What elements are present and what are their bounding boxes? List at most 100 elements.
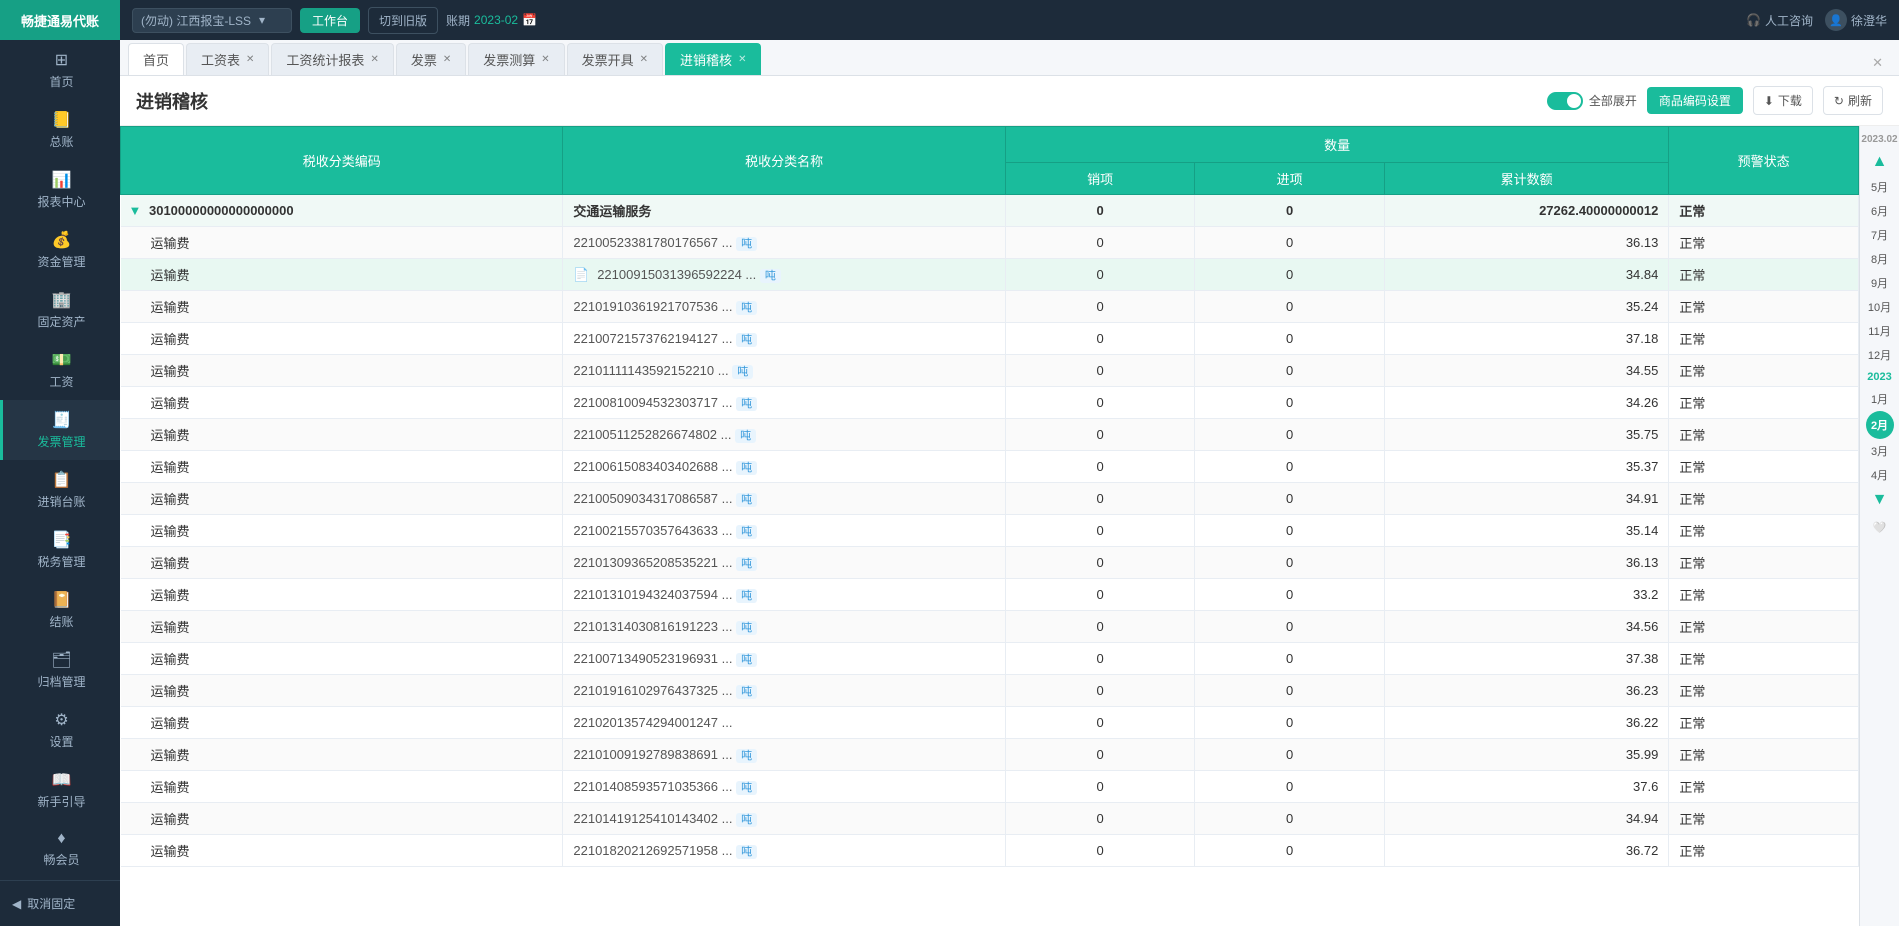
tab-close-icon[interactable]: ✕ — [443, 54, 451, 65]
item-status-cell: 正常 — [1669, 611, 1859, 643]
goods-code-settings-button[interactable]: 商品编码设置 — [1647, 87, 1743, 114]
support-button[interactable]: 🎧 人工咨询 — [1746, 12, 1813, 29]
item-sale-cell: 0 — [1005, 803, 1195, 835]
sidebar-item-funds[interactable]: 💰 资金管理 — [0, 220, 120, 280]
current-year-label: 2023 — [1865, 367, 1893, 387]
sidebar-item-label: 工资 — [49, 373, 73, 390]
tab-close-icon[interactable]: ✕ — [738, 54, 746, 65]
item-cumulative-cell: 33.2 — [1384, 579, 1668, 611]
col-purchase-header: 进项 — [1195, 163, 1385, 195]
tab-invoice-check[interactable]: 发票测算 ✕ — [468, 43, 564, 75]
tab-close-icon[interactable]: ✕ — [640, 54, 648, 65]
item-invoice-cell: 22100215570357643633 ... 吨 — [563, 515, 1005, 547]
item-purchase-cell: 0 — [1195, 355, 1385, 387]
month-6[interactable]: 6月 — [1864, 199, 1896, 223]
chevron-down-icon: ▾ — [259, 13, 265, 27]
item-status-cell: 正常 — [1669, 323, 1859, 355]
item-status-cell: 正常 — [1669, 643, 1859, 675]
company-selector[interactable]: (勿动) 江西报宝-LSS ▾ — [132, 8, 292, 33]
close-all-tabs-button[interactable]: ✕ — [1864, 51, 1891, 75]
item-name-cell: 运输费 — [121, 227, 563, 259]
sidebar-item-invoices[interactable]: 🧾 发票管理 — [0, 400, 120, 460]
sidebar-item-reports[interactable]: 📊 报表中心 — [0, 160, 120, 220]
invoice-number: 22100810094532303717 ... — [573, 395, 732, 410]
table-row: 运输费 22101408593571035366 ... 吨 0 0 37.6 … — [121, 771, 1859, 803]
month-1[interactable]: 1月 — [1864, 387, 1896, 411]
month-3[interactable]: 3月 — [1864, 439, 1896, 463]
tab-salary-stats[interactable]: 工资统计报表 ✕ — [271, 43, 393, 75]
page-header: 进销稽核 全部展开 商品编码设置 ⬇ 下载 ↻ 刷新 — [120, 76, 1899, 126]
item-status-cell: 正常 — [1669, 355, 1859, 387]
invoice-number: 22101820212692571958 ... — [573, 843, 732, 858]
month-5[interactable]: 5月 — [1864, 175, 1896, 199]
period-label: 账期 2023-02 📅 — [446, 12, 537, 29]
toggle-expand-all[interactable]: 全部展开 — [1547, 92, 1637, 110]
unit-tag: 吨 — [736, 397, 757, 411]
sidebar-item-tax[interactable]: 📑 税务管理 — [0, 520, 120, 580]
sidebar-item-archive[interactable]: 🗂 归档管理 — [0, 640, 120, 700]
tab-close-icon[interactable]: ✕ — [541, 54, 549, 65]
item-status-cell: 正常 — [1669, 227, 1859, 259]
item-status-cell: 正常 — [1669, 547, 1859, 579]
month-9[interactable]: 9月 — [1864, 271, 1896, 295]
item-invoice-cell: 📄 22100915031396592224 ... 吨 — [563, 259, 1005, 291]
item-sale-cell: 0 — [1005, 227, 1195, 259]
year-prev-label: 2023.02 — [1859, 130, 1899, 149]
tab-close-icon[interactable]: ✕ — [370, 54, 378, 65]
table-row: 运输费 📄 22100915031396592224 ... 吨 0 0 34.… — [121, 259, 1859, 291]
toggle-switch[interactable] — [1547, 92, 1583, 110]
nav-down-button[interactable]: ▼ — [1868, 487, 1892, 513]
month-4[interactable]: 4月 — [1864, 463, 1896, 487]
month-2-active[interactable]: 2月 — [1866, 411, 1894, 439]
table-row: 运输费 22100713490523196931 ... 吨 0 0 37.38… — [121, 643, 1859, 675]
item-cumulative-cell: 36.23 — [1384, 675, 1668, 707]
switch-version-button[interactable]: 切到旧版 — [368, 7, 438, 34]
table-row: 运输费 22101910361921707536 ... 吨 0 0 35.24… — [121, 291, 1859, 323]
item-purchase-cell: 0 — [1195, 611, 1385, 643]
user-menu[interactable]: 👤 徐澄华 — [1825, 9, 1887, 31]
tab-salary-table[interactable]: 工资表 ✕ — [186, 43, 269, 75]
tab-invoice-open[interactable]: 发票开具 ✕ — [567, 43, 663, 75]
item-cumulative-cell: 36.72 — [1384, 835, 1668, 867]
tab-close-icon[interactable]: ✕ — [246, 54, 254, 65]
sidebar-item-home[interactable]: ⊞ 首页 — [0, 40, 120, 100]
unpin-button[interactable]: ◀ 取消固定 — [0, 889, 120, 918]
item-cumulative-cell: 34.55 — [1384, 355, 1668, 387]
month-11[interactable]: 11月 — [1864, 319, 1896, 343]
invoice-number: 22100509034317086587 ... — [573, 491, 732, 506]
unit-tag: 吨 — [736, 621, 757, 635]
sidebar-item-purchase-sale[interactable]: 📋 进销台账 — [0, 460, 120, 520]
heart-icon[interactable]: 🤍 — [1873, 521, 1887, 534]
workspace-button[interactable]: 工作台 — [300, 8, 360, 33]
item-sale-cell: 0 — [1005, 323, 1195, 355]
item-purchase-cell: 0 — [1195, 483, 1385, 515]
month-7[interactable]: 7月 — [1864, 223, 1896, 247]
sidebar-item-settings[interactable]: ⚙ 设置 — [0, 700, 120, 760]
col-cumulative-header: 累计数额 — [1384, 163, 1668, 195]
calendar-icon[interactable]: 📅 — [522, 13, 537, 27]
month-10[interactable]: 10月 — [1864, 295, 1896, 319]
item-cumulative-cell: 35.24 — [1384, 291, 1668, 323]
group-name-cell: 交通运输服务 — [563, 195, 1005, 227]
sidebar-item-ledger[interactable]: 📒 总账 — [0, 100, 120, 160]
sidebar-item-settlement[interactable]: 📔 结账 — [0, 580, 120, 640]
item-sale-cell: 0 — [1005, 547, 1195, 579]
sidebar-item-salary[interactable]: 💵 工资 — [0, 340, 120, 400]
sidebar-item-member[interactable]: ♦ 畅会员 — [0, 820, 120, 878]
item-name-cell: 运输费 — [121, 451, 563, 483]
tab-purchase-sale-check[interactable]: 进销稽核 ✕ — [665, 43, 761, 75]
sidebar-item-guide[interactable]: 📖 新手引导 — [0, 760, 120, 820]
nav-up-button[interactable]: ▲ — [1868, 149, 1892, 175]
month-12[interactable]: 12月 — [1864, 343, 1896, 367]
sidebar-item-assets[interactable]: 🏢 固定资产 — [0, 280, 120, 340]
tab-home[interactable]: 首页 — [128, 43, 184, 75]
item-invoice-cell: 22100615083403402688 ... 吨 — [563, 451, 1005, 483]
topbar: (勿动) 江西报宝-LSS ▾ 工作台 切到旧版 账期 2023-02 📅 🎧 … — [120, 0, 1899, 40]
item-name-cell: 运输费 — [121, 291, 563, 323]
download-button[interactable]: ⬇ 下载 — [1753, 86, 1813, 115]
expand-icon[interactable]: ▼ — [129, 203, 142, 218]
refresh-button[interactable]: ↻ 刷新 — [1823, 86, 1883, 115]
tab-invoice[interactable]: 发票 ✕ — [396, 43, 466, 75]
item-status-cell: 正常 — [1669, 707, 1859, 739]
month-8[interactable]: 8月 — [1864, 247, 1896, 271]
